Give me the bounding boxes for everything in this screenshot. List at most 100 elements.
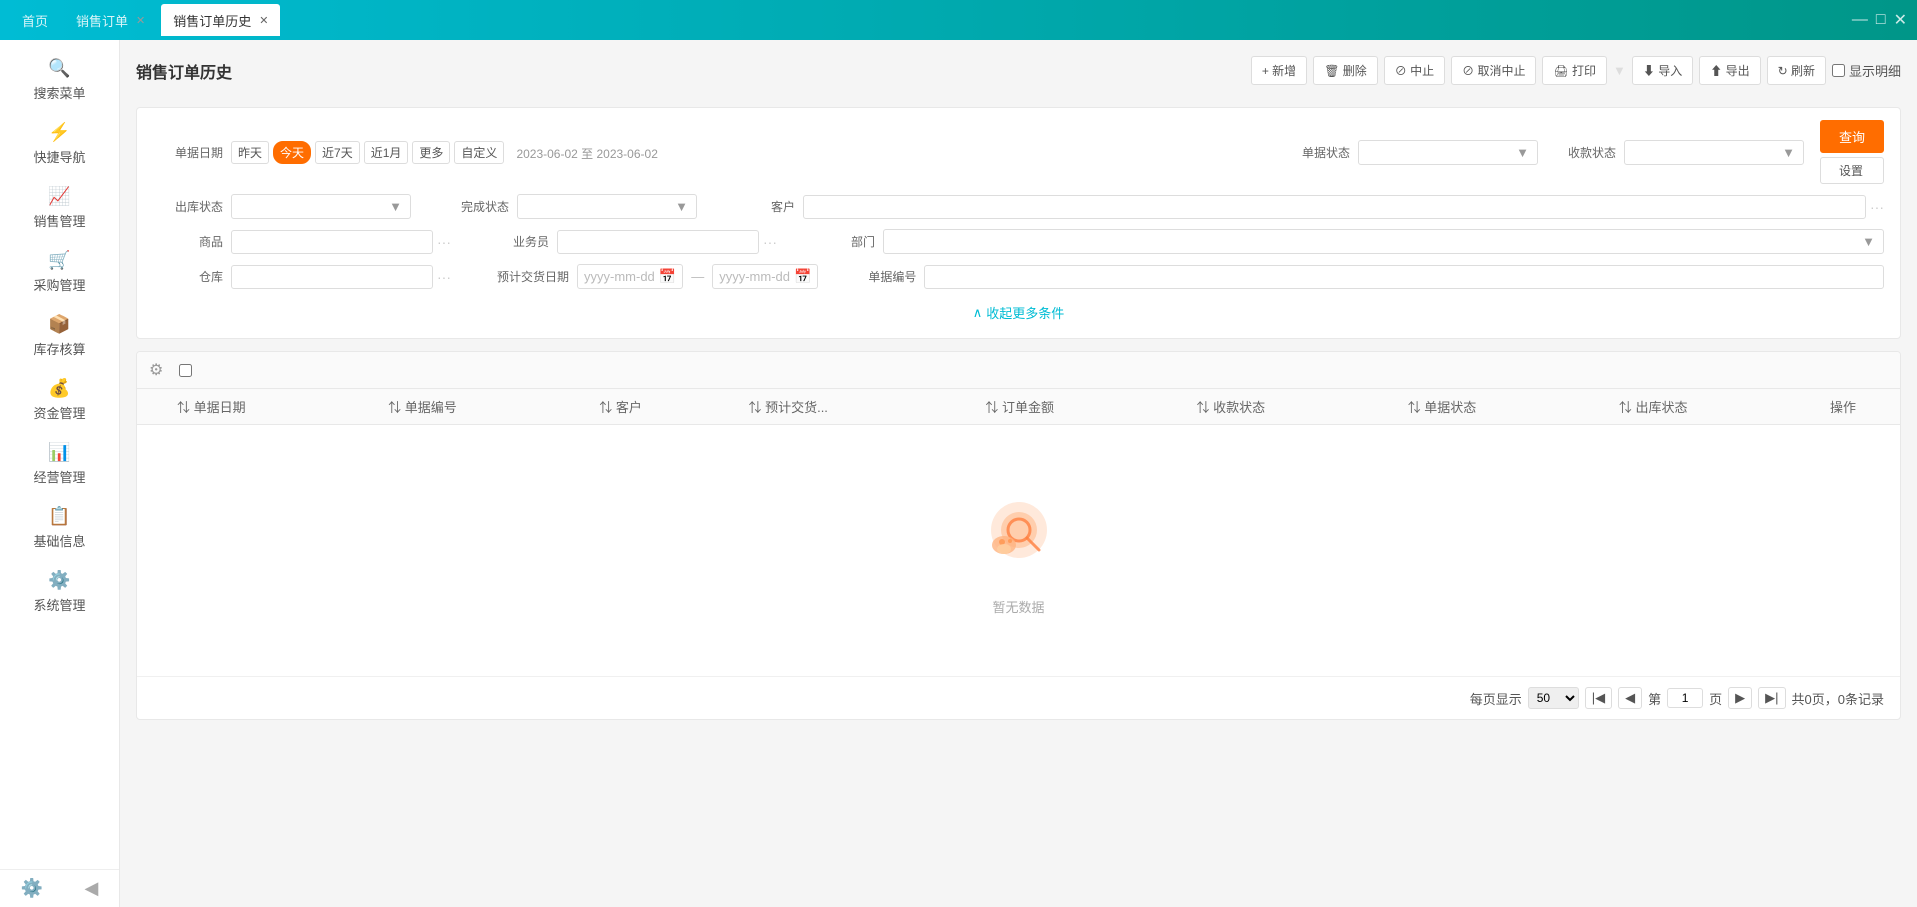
export-button[interactable]: ⬆ 导出 [1699,56,1760,85]
last-page-btn[interactable]: ▶| [1758,687,1785,709]
select-all-checkbox[interactable] [179,364,192,377]
quicknav-icon: ⚡ [48,122,70,143]
sidebar-item-sales-label: 销售管理 [33,211,85,230]
dept-select[interactable]: ▼ [883,229,1884,254]
date-range-buttons: 昨天 今天 近7天 近1月 更多 自定义 [231,141,504,164]
last7-btn[interactable]: 近7天 [315,141,360,164]
sidebar-item-system[interactable]: ⚙️ 系统管理 [0,560,119,624]
warehouse-input[interactable] [231,265,433,289]
settings-bottom-icon[interactable]: ⚙️ [21,878,43,899]
sidebar-item-quicknav[interactable]: ⚡ 快捷导航 [0,112,119,176]
sidebar-item-basicinfo[interactable]: 📋 基础信息 [0,496,119,560]
custom-btn[interactable]: 自定义 [454,141,504,164]
sidebar-item-basicinfo-label: 基础信息 [33,531,85,550]
pagination: 每页显示 50 100 200 |◀ ◀ 第 页 ▶ ▶| 共0页，0条记录 [137,676,1900,719]
data-table: ⇅ 单据日期 ⇅ 单据编号 ⇅ 客户 ⇅ 预计交货... ⇅ 订单金额 [137,389,1900,676]
calendar-start-icon: 📅 [659,268,676,285]
table-container: ⚙ ⇅ 单据日期 ⇅ 单据编号 ⇅ 客户 [136,351,1901,720]
last1m-btn[interactable]: 近1月 [364,141,409,164]
tab-sales-history[interactable]: 销售订单历史 ✕ [161,4,280,36]
col-receipt-status-label: ⇅ 收款状态 [1197,400,1266,415]
first-page-btn[interactable]: |◀ [1585,687,1612,709]
col-doc-status-label: ⇅ 单据状态 [1408,400,1477,415]
salesperson-input[interactable] [557,230,759,254]
stop-button[interactable]: ⊘ 中止 [1384,56,1445,85]
col-delivery[interactable]: ⇅ 预计交货... [738,389,975,425]
customer-input[interactable] [803,195,1866,219]
col-amount[interactable]: ⇅ 订单金额 [975,389,1186,425]
col-receipt-status[interactable]: ⇅ 收款状态 [1187,389,1398,425]
yesterday-btn[interactable]: 昨天 [231,141,269,164]
sidebar-item-operations[interactable]: 📊 经营管理 [0,432,119,496]
status-select[interactable]: ▼ [1358,140,1538,165]
delivery-date-end[interactable]: yyyy-mm-dd 📅 [712,264,818,289]
table-settings-icon[interactable]: ⚙ [149,360,163,380]
maximize-button[interactable]: □ [1876,11,1886,29]
col-outstock-status[interactable]: ⇅ 出库状态 [1609,389,1820,425]
cancel-stop-button[interactable]: ⊘ 取消中止 [1451,56,1536,85]
tab-sales-order-label: 销售订单 [76,11,128,30]
sidebar-item-search[interactable]: 🔍 搜索菜单 [0,48,119,112]
col-delivery-label: ⇅ 预计交货... [748,400,827,415]
tab-sales-order[interactable]: 销售订单 ✕ [64,4,157,36]
sidebar-item-sales[interactable]: 📈 销售管理 [0,176,119,240]
page-input[interactable] [1667,688,1703,708]
goods-input[interactable] [231,230,433,254]
print-button[interactable]: 🖨 打印 [1542,56,1607,85]
sidebar-item-purchase[interactable]: 🛒 采购管理 [0,240,119,304]
sidebar-item-finance[interactable]: 💰 资金管理 [0,368,119,432]
date-label: 单据日期 [153,144,223,161]
basicinfo-icon: 📋 [48,506,70,527]
col-doc-status[interactable]: ⇅ 单据状态 [1398,389,1609,425]
sidebar-item-inventory[interactable]: 📦 库存核算 [0,304,119,368]
close-button[interactable]: ✕ [1894,10,1907,30]
content-area: 销售订单历史 + 新增 🗑 删除 ⊘ 中止 ⊘ 取消中止 🖨 打印 ▼ ⬇ 导入… [120,40,1917,907]
query-button[interactable]: 查询 [1820,120,1884,153]
salesperson-dots[interactable]: ··· [763,234,777,250]
date-range-text: 2023-06-02 至 2023-06-02 [516,145,657,162]
display-toggle[interactable]: 显示明细 [1832,61,1901,80]
col-docno[interactable]: ⇅ 单据编号 [378,389,589,425]
customer-dots[interactable]: ··· [1870,199,1884,215]
dept-label: 部门 [805,233,875,250]
next-page-btn[interactable]: ▶ [1728,687,1752,709]
outstock-arrow: ▼ [389,199,402,214]
delete-button[interactable]: 🗑 删除 [1313,56,1378,85]
delivery-date-start[interactable]: yyyy-mm-dd 📅 [577,264,683,289]
col-date[interactable]: ⇅ 单据日期 [167,389,378,425]
empty-state: 暂无数据 [137,425,1900,676]
delivery-date-start-text: yyyy-mm-dd [584,269,655,284]
tab-sales-history-close[interactable]: ✕ [259,14,268,27]
main-layout: 🔍 搜索菜单 ⚡ 快捷导航 📈 销售管理 🛒 采购管理 📦 库存核算 💰 资金管… [0,40,1917,907]
outstock-select[interactable]: ▼ [231,194,411,219]
refresh-button[interactable]: ↻ 刷新 [1767,56,1826,85]
col-customer[interactable]: ⇅ 客户 [589,389,738,425]
import-button[interactable]: ⬇ 导入 [1632,56,1693,85]
minimize-button[interactable]: — [1852,11,1868,29]
tab-sales-order-close[interactable]: ✕ [136,14,145,27]
filter-row-2: 出库状态 ▼ 完成状态 ▼ 客户 ··· [153,194,1884,219]
collapse-sidebar-icon[interactable]: ◀ [84,878,98,899]
col-docno-label: ⇅ 单据编号 [388,400,457,415]
setting-button[interactable]: 设置 [1820,157,1884,184]
tab-home[interactable]: 首页 [10,4,60,36]
goods-label: 商品 [153,233,223,250]
empty-text: 暂无数据 [992,597,1044,616]
goods-dots[interactable]: ··· [437,234,451,250]
receipt-status-select[interactable]: ▼ [1624,140,1804,165]
operations-icon: 📊 [48,442,70,463]
finance-icon: 💰 [48,378,70,399]
page-title: 销售订单历史 [136,59,232,83]
prev-page-btn[interactable]: ◀ [1618,687,1642,709]
collapse-button[interactable]: ∧ 收起更多条件 [969,299,1069,326]
system-icon: ⚙️ [48,570,70,591]
today-btn[interactable]: 今天 [273,141,311,164]
more-btn[interactable]: 更多 [412,141,450,164]
warehouse-dots[interactable]: ··· [437,269,451,285]
complete-select[interactable]: ▼ [517,194,697,219]
display-checkbox[interactable] [1832,64,1845,77]
new-button[interactable]: + 新增 [1251,56,1307,85]
filter-row-4: 仓库 ··· 预计交货日期 yyyy-mm-dd 📅 — yyyy-mm-dd … [153,264,1884,289]
docno-input[interactable] [924,265,1884,289]
per-page-select[interactable]: 50 100 200 [1528,687,1579,709]
